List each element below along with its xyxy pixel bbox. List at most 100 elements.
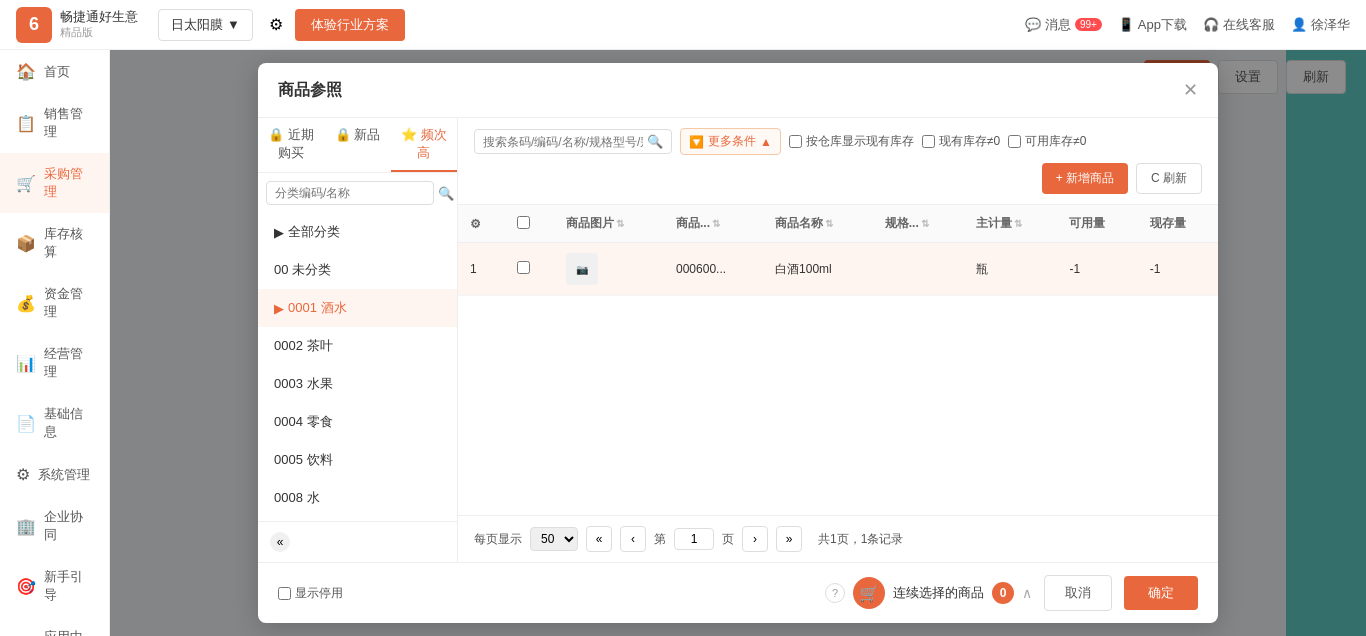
online-service-item[interactable]: 🎧 在线客服 xyxy=(1203,16,1275,34)
sales-icon: 📋 xyxy=(16,114,36,133)
app-icon: 📱 xyxy=(1118,17,1134,32)
refresh-product-button[interactable]: C 刷新 xyxy=(1136,163,1202,194)
row-checkbox[interactable] xyxy=(517,261,530,274)
message-label: 消息 xyxy=(1045,16,1071,34)
table-row[interactable]: 1 📷 000600... 白酒100ml 瓶 xyxy=(458,243,1218,296)
gear-icon[interactable]: ⚙ xyxy=(269,15,283,34)
help-icon[interactable]: ? xyxy=(825,583,845,603)
sidebar-item-finance[interactable]: 💰 资金管理 xyxy=(0,273,109,333)
page-number-input[interactable] xyxy=(674,528,714,550)
sidebar-item-system[interactable]: ⚙ 系统管理 xyxy=(0,453,109,496)
stock-checkbox-label: 现有库存≠0 xyxy=(939,133,1000,150)
checkbox-available[interactable]: 可用库存≠0 xyxy=(1008,133,1086,150)
store-name: 日太阳膜 xyxy=(171,16,223,34)
sort-code[interactable]: 商品... ⇅ xyxy=(676,215,751,232)
user-item[interactable]: 👤 徐泽华 xyxy=(1291,16,1350,34)
td-checkbox xyxy=(505,243,555,296)
logo-area: 6 畅捷通好生意 精品版 xyxy=(16,7,138,43)
sidebar-item-sales[interactable]: 📋 销售管理 xyxy=(0,93,109,153)
cat-item-snack[interactable]: 0004 零食 xyxy=(258,403,457,441)
sidebar-item-purchase[interactable]: 🛒 采购管理 xyxy=(0,153,109,213)
sidebar-label-inventory: 库存核算 xyxy=(44,225,93,261)
cat-item-liquor[interactable]: ▶ 0001 酒水 xyxy=(258,289,457,327)
product-image: 📷 xyxy=(566,253,598,285)
sidebar-item-inventory[interactable]: 📦 库存核算 xyxy=(0,213,109,273)
th-code: 商品... ⇅ xyxy=(664,205,763,243)
sort-image[interactable]: 商品图片 ⇅ xyxy=(566,215,652,232)
more-filter-button[interactable]: 🔽 更多条件 ▲ xyxy=(680,128,781,155)
tab-recent-label: 近期购买 xyxy=(278,127,314,160)
per-page-select[interactable]: 50 xyxy=(530,527,578,551)
confirm-button[interactable]: 确定 xyxy=(1124,576,1198,610)
per-page-label: 每页显示 xyxy=(474,531,522,548)
search-icon[interactable]: 🔍 xyxy=(647,134,663,149)
modal-title: 商品参照 xyxy=(278,80,342,101)
prev-page-button[interactable]: ‹ xyxy=(620,526,646,552)
lock-icon-recent: 🔒 xyxy=(268,127,284,142)
sidebar-label-enterprise: 企业协同 xyxy=(44,508,93,544)
nav-actions: ⚙ 体验行业方案 xyxy=(269,9,405,41)
collapse-button[interactable]: « xyxy=(270,532,290,552)
sort-unit[interactable]: 主计量 ⇅ xyxy=(976,215,1046,232)
selected-count-number: 0 xyxy=(992,582,1014,604)
operations-icon: 📊 xyxy=(16,354,36,373)
cat-item-water[interactable]: 0008 水 xyxy=(258,479,457,517)
logo-text-area: 畅捷通好生意 精品版 xyxy=(60,9,138,41)
product-search-input[interactable] xyxy=(483,135,643,149)
cat-item-all[interactable]: ▶ 全部分类 xyxy=(258,213,457,251)
category-search-input[interactable] xyxy=(266,181,434,205)
sidebar-item-operations[interactable]: 📊 经营管理 xyxy=(0,333,109,393)
tab-recent[interactable]: 🔒 近期购买 xyxy=(258,118,324,172)
sidebar-label-purchase: 采购管理 xyxy=(44,165,93,201)
message-badge: 99+ xyxy=(1075,18,1102,31)
warehouse-checkbox-input[interactable] xyxy=(789,135,802,148)
cat-item-tea[interactable]: 0002 茶叶 xyxy=(258,327,457,365)
checkbox-warehouse[interactable]: 按仓库显示现有库存 xyxy=(789,133,914,150)
experience-button[interactable]: 体验行业方案 xyxy=(295,9,405,41)
select-all-checkbox[interactable] xyxy=(517,216,530,229)
next-page-button[interactable]: › xyxy=(742,526,768,552)
message-item[interactable]: 💬 消息 99+ xyxy=(1025,16,1102,34)
checkbox-stock[interactable]: 现有库存≠0 xyxy=(922,133,1000,150)
cat-label-fruit: 0003 水果 xyxy=(274,375,333,393)
td-stock: -1 xyxy=(1138,243,1218,296)
available-checkbox-input[interactable] xyxy=(1008,135,1021,148)
add-product-button[interactable]: + 新增商品 xyxy=(1042,163,1128,194)
cat-item-unclassified[interactable]: 00 未分类 xyxy=(258,251,457,289)
last-page-button[interactable]: » xyxy=(776,526,802,552)
cat-label-liquor: 0001 酒水 xyxy=(288,299,347,317)
cat-item-beverage[interactable]: 0005 饮料 xyxy=(258,441,457,479)
disabled-checkbox-input[interactable] xyxy=(278,587,291,600)
tab-new[interactable]: 🔒 新品 xyxy=(324,118,390,172)
tab-frequent[interactable]: ⭐ 频次高 xyxy=(391,118,457,172)
sidebar-item-guide[interactable]: 🎯 新手引导 xyxy=(0,556,109,616)
cancel-button[interactable]: 取消 xyxy=(1044,575,1112,611)
td-image: 📷 xyxy=(554,243,664,296)
service-label: 在线客服 xyxy=(1223,16,1275,34)
cart-icon[interactable]: 🛒 xyxy=(853,577,885,609)
category-footer: « xyxy=(258,521,457,562)
sidebar-item-home[interactable]: 🏠 首页 xyxy=(0,50,109,93)
logo-text: 畅捷通好生意 xyxy=(60,9,138,26)
sidebar-label-guide: 新手引导 xyxy=(44,568,93,604)
sort-icon-spec: ⇅ xyxy=(921,218,929,229)
modal-close-button[interactable]: ✕ xyxy=(1183,79,1198,101)
sidebar-item-enterprise[interactable]: 🏢 企业协同 xyxy=(0,496,109,556)
sidebar-item-app-center[interactable]: 📱 应用中心 xyxy=(0,616,109,636)
cat-item-fruit[interactable]: 0003 水果 xyxy=(258,365,457,403)
stock-checkbox-input[interactable] xyxy=(922,135,935,148)
app-download-item[interactable]: 📱 App下载 xyxy=(1118,16,1187,34)
first-page-button[interactable]: « xyxy=(586,526,612,552)
show-disabled-checkbox[interactable]: 显示停用 xyxy=(278,585,343,602)
guide-icon: 🎯 xyxy=(16,577,36,596)
store-dropdown[interactable]: 日太阳膜 ▼ xyxy=(158,9,253,41)
sidebar-item-basic-info[interactable]: 📄 基础信息 xyxy=(0,393,109,453)
th-settings: ⚙ xyxy=(458,205,505,243)
collapse-arrow-icon[interactable]: ∧ xyxy=(1022,585,1032,601)
sort-spec[interactable]: 规格... ⇅ xyxy=(885,215,952,232)
sort-name[interactable]: 商品名称 ⇅ xyxy=(775,215,861,232)
main-layout: 🏠 首页 📋 销售管理 🛒 采购管理 📦 库存核算 💰 资金管理 📊 经营管理 … xyxy=(0,50,1366,636)
td-unit: 瓶 xyxy=(964,243,1058,296)
product-table: ⚙ 商品图片 ⇅ xyxy=(458,205,1218,515)
search-icon[interactable]: 🔍 xyxy=(438,186,454,201)
